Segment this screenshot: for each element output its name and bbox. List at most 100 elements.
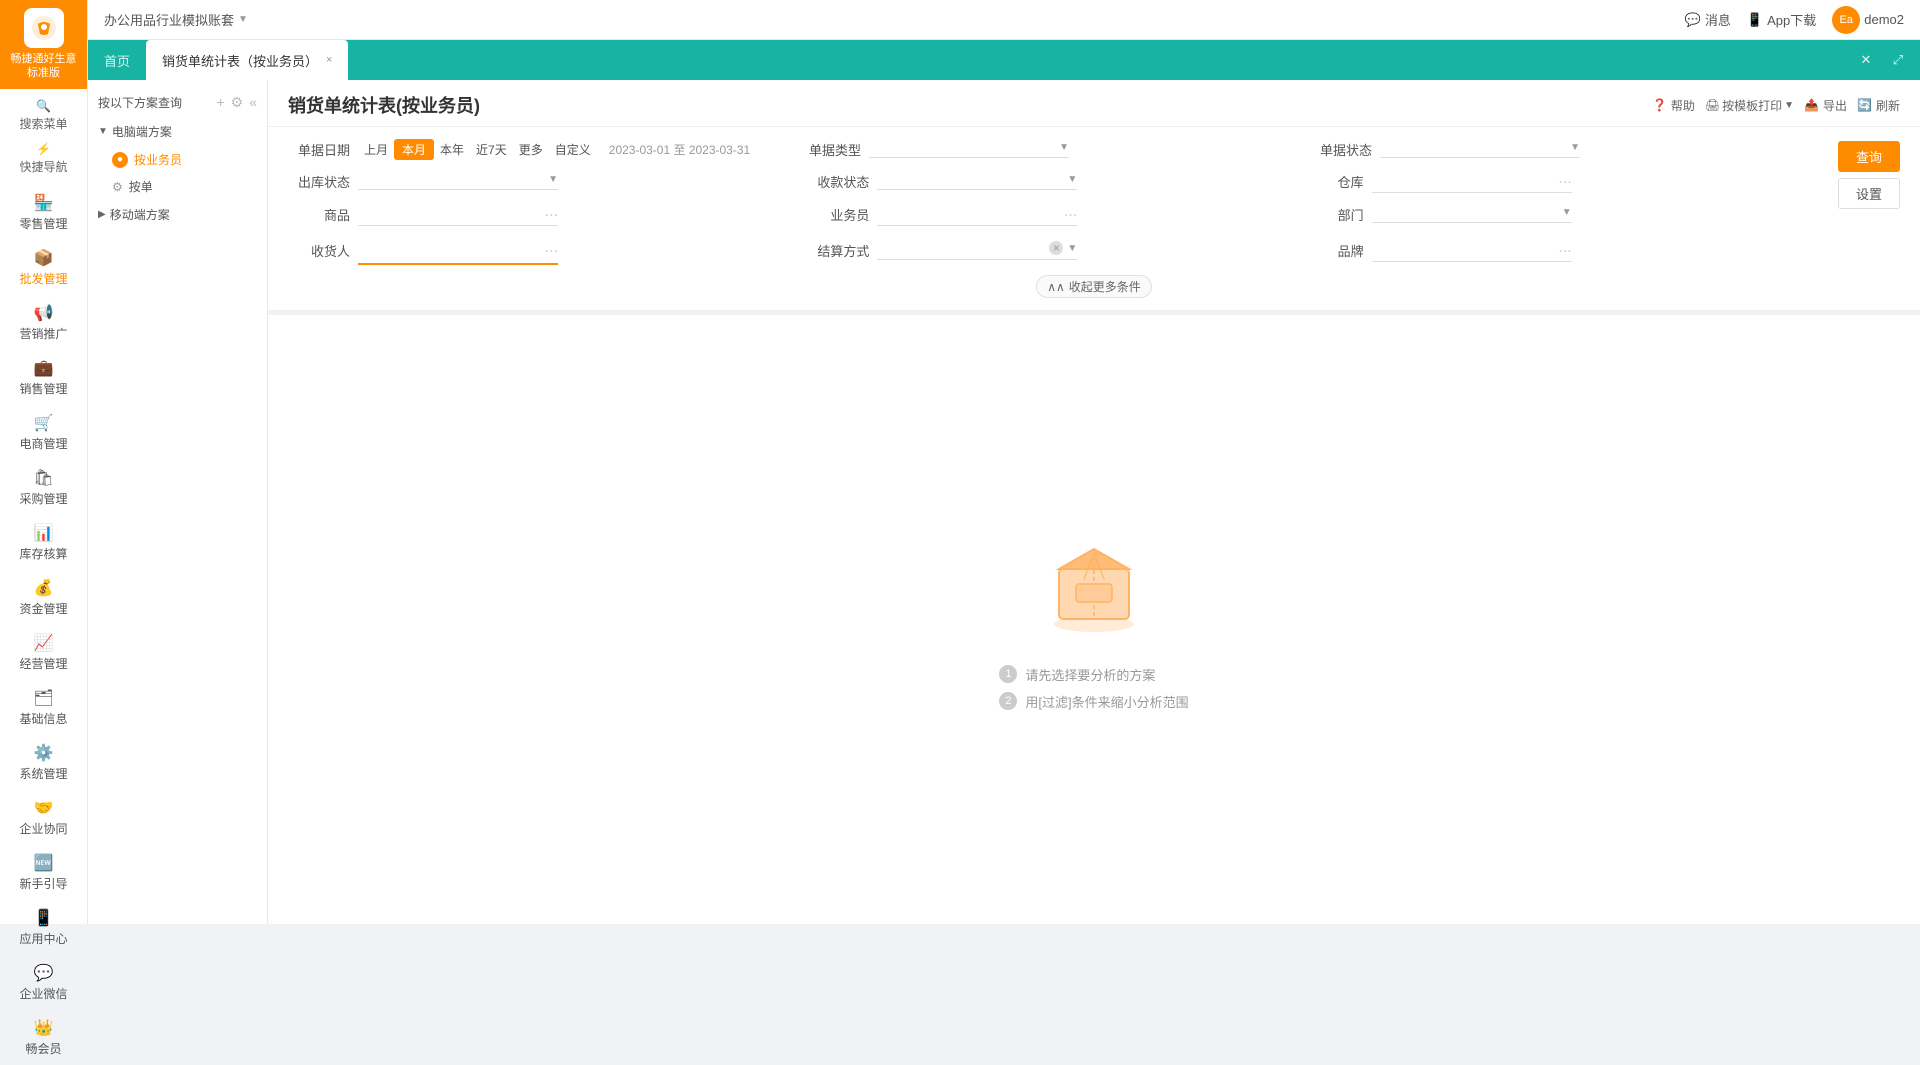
panel-section-mobile: ▶ 移动端方案 bbox=[88, 200, 267, 229]
date-tab-more[interactable]: 更多 bbox=[513, 139, 549, 160]
system-icon: ⚙️ bbox=[34, 743, 54, 763]
settlement-select[interactable]: × ▼ bbox=[877, 241, 1077, 260]
collapse-button[interactable]: ∧∧ 收起更多条件 bbox=[1036, 275, 1152, 298]
settings-button[interactable]: 设置 bbox=[1838, 178, 1900, 209]
panel-item-by-order[interactable]: ⚙ 按单 bbox=[88, 173, 267, 200]
query-button[interactable]: 查询 bbox=[1838, 141, 1900, 172]
page-title: 销货单统计表(按业务员) bbox=[288, 92, 480, 118]
empty-tip-2: 2 用[过滤]条件来缩小分析范围 bbox=[999, 692, 1188, 711]
topbar-right: 💬 消息 📱 App下载 Ea demo2 bbox=[1685, 6, 1904, 34]
panel-title: 按以下方案查询 bbox=[98, 94, 182, 111]
salesperson-control: ... bbox=[877, 203, 1331, 226]
panel-item-by-salesperson[interactable]: ● 按业务员 bbox=[88, 146, 267, 173]
tip-num-1: 1 bbox=[999, 665, 1017, 683]
goods-select[interactable]: ... bbox=[358, 203, 558, 226]
empty-illustration bbox=[1034, 529, 1154, 649]
panel-add-button[interactable]: + bbox=[216, 94, 224, 111]
warehouse-select[interactable]: ... bbox=[1372, 170, 1572, 193]
brand-text bbox=[1372, 244, 1559, 252]
brand-select[interactable]: ... bbox=[1372, 239, 1572, 262]
company-selector[interactable]: 办公用品行业模拟账套 ▼ bbox=[104, 10, 248, 29]
sidebar: 畅捷通好生意 标准版 🔍 搜索菜单 ⚡ 快捷导航 🏪 零售管理 📦 批发管理 📢… bbox=[0, 0, 88, 924]
date-tab-this-month[interactable]: 本月 bbox=[394, 139, 434, 160]
panel-section-mobile-header[interactable]: ▶ 移动端方案 bbox=[88, 200, 267, 229]
retail-icon: 🏪 bbox=[34, 193, 54, 213]
sidebar-item-basic[interactable]: 🗂 基础信息 bbox=[0, 680, 87, 735]
sidebar-item-purchase[interactable]: 🛍 采购管理 bbox=[0, 460, 87, 515]
panel-section-desktop: ▼ 电脑端方案 ● 按业务员 ⚙ 按单 bbox=[88, 117, 267, 200]
sidebar-logo[interactable]: 畅捷通好生意 标准版 bbox=[0, 0, 87, 89]
panel-collapse-button[interactable]: « bbox=[249, 94, 257, 111]
date-tab-custom[interactable]: 自定义 bbox=[549, 139, 597, 160]
sidebar-item-system[interactable]: ⚙️ 系统管理 bbox=[0, 735, 87, 790]
sidebar-item-retail[interactable]: 🏪 零售管理 bbox=[0, 185, 87, 240]
goods-dots[interactable]: ... bbox=[545, 203, 558, 221]
pay-status-select[interactable]: ▼ bbox=[877, 174, 1077, 190]
out-status-control: ▼ bbox=[358, 174, 812, 190]
quick-nav-button[interactable]: ⚡ 快捷导航 bbox=[19, 138, 67, 181]
print-button[interactable]: 🖨 按模板打印 ▼ bbox=[1705, 97, 1794, 114]
department-arrow: ▼ bbox=[1562, 207, 1572, 218]
search-menu-button[interactable]: 🔍 搜索菜单 bbox=[19, 89, 67, 138]
tab-home[interactable]: 首页 bbox=[88, 40, 146, 80]
sidebar-item-sales[interactable]: 💼 销售管理 bbox=[0, 350, 87, 405]
panel-section-desktop-header[interactable]: ▼ 电脑端方案 bbox=[88, 117, 267, 146]
export-button[interactable]: 📤 导出 bbox=[1804, 97, 1847, 114]
receiver-input[interactable] bbox=[358, 236, 545, 259]
pay-status-label: 收款状态 bbox=[812, 172, 877, 191]
brand-dots[interactable]: ... bbox=[1558, 239, 1571, 257]
sidebar-item-apps[interactable]: 📱 应用中心 bbox=[0, 900, 87, 955]
basic-icon: 🗂 bbox=[33, 688, 53, 708]
inventory-icon: 📊 bbox=[34, 523, 54, 543]
date-tab-this-year[interactable]: 本年 bbox=[434, 139, 470, 160]
sidebar-item-operations[interactable]: 📈 经营管理 bbox=[0, 625, 87, 680]
collapse-icon: ∧∧ bbox=[1047, 280, 1065, 294]
sidebar-item-guide[interactable]: 🆕 新手引导 bbox=[0, 845, 87, 900]
department-select[interactable]: ▼ bbox=[1372, 207, 1572, 223]
user-menu[interactable]: Ea demo2 bbox=[1832, 6, 1904, 34]
tab-sales-stat[interactable]: 销货单统计表（按业务员） × bbox=[146, 40, 348, 80]
receiver-label: 收货人 bbox=[288, 241, 358, 260]
collapse-bar: ∧∧ 收起更多条件 bbox=[288, 265, 1900, 298]
doc-type-select[interactable]: ▼ bbox=[869, 142, 1069, 158]
tab-close-button[interactable]: × bbox=[326, 54, 332, 66]
receiver-dots[interactable]: ... bbox=[545, 239, 558, 257]
content-area: 按以下方案查询 + ⚙ « ▼ 电脑端方案 ● 按业务员 ⚙ 按 bbox=[88, 80, 1920, 924]
doc-status-select[interactable]: ▼ bbox=[1380, 142, 1580, 158]
doc-type-control: ▼ bbox=[869, 142, 1315, 158]
wechat-icon: 💬 bbox=[34, 963, 54, 983]
out-status-arrow: ▼ bbox=[548, 174, 558, 185]
sidebar-item-wholesale[interactable]: 📦 批发管理 bbox=[0, 240, 87, 295]
sidebar-item-ecommerce[interactable]: 🛒 电商管理 bbox=[0, 405, 87, 460]
settlement-clear-button[interactable]: × bbox=[1049, 241, 1063, 255]
operations-icon: 📈 bbox=[34, 633, 54, 653]
tab-minimize-button[interactable]: ✕ bbox=[1852, 46, 1880, 74]
doc-status-arrow: ▼ bbox=[1570, 142, 1580, 153]
message-button[interactable]: 💬 消息 bbox=[1685, 10, 1731, 29]
sidebar-item-finance[interactable]: 💰 资金管理 bbox=[0, 570, 87, 625]
warehouse-label: 仓库 bbox=[1332, 172, 1372, 191]
salesperson-dots[interactable]: ... bbox=[1064, 203, 1077, 221]
sidebar-item-wechat[interactable]: 💬 企业微信 bbox=[0, 955, 87, 1010]
filter-row-3: 商品 ... 业务员 bbox=[288, 203, 1826, 226]
app-download-button[interactable]: 📱 App下载 bbox=[1747, 10, 1816, 29]
warehouse-dots[interactable]: ... bbox=[1558, 170, 1571, 188]
filter-area: 单据日期 上月 本月 本年 近7天 更多 自定义 20 bbox=[268, 127, 1920, 311]
department-text bbox=[1372, 208, 1562, 216]
out-status-select[interactable]: ▼ bbox=[358, 174, 558, 190]
date-tab-last-month[interactable]: 上月 bbox=[358, 139, 394, 160]
date-tab-7days[interactable]: 近7天 bbox=[470, 139, 513, 160]
tab-expand-button[interactable]: ⤢ bbox=[1884, 46, 1912, 74]
warehouse-text bbox=[1372, 175, 1559, 183]
sidebar-item-marketing[interactable]: 📢 营销推广 bbox=[0, 295, 87, 350]
date-range-display: 2023-03-01 至 2023-03-31 bbox=[609, 141, 750, 158]
refresh-button[interactable]: 🔄 刷新 bbox=[1857, 97, 1900, 114]
sidebar-item-inventory[interactable]: 📊 库存核算 bbox=[0, 515, 87, 570]
sidebar-item-member[interactable]: 👑 畅会员 bbox=[0, 1010, 87, 1065]
salesperson-select[interactable]: ... bbox=[877, 203, 1077, 226]
panel-settings-button[interactable]: ⚙ bbox=[231, 94, 244, 111]
help-button[interactable]: ❓ 帮助 bbox=[1652, 97, 1695, 114]
panel-header: 按以下方案查询 + ⚙ « bbox=[88, 88, 267, 117]
sidebar-item-enterprise[interactable]: 🤝 企业协同 bbox=[0, 790, 87, 845]
export-icon: 📤 bbox=[1804, 98, 1819, 112]
